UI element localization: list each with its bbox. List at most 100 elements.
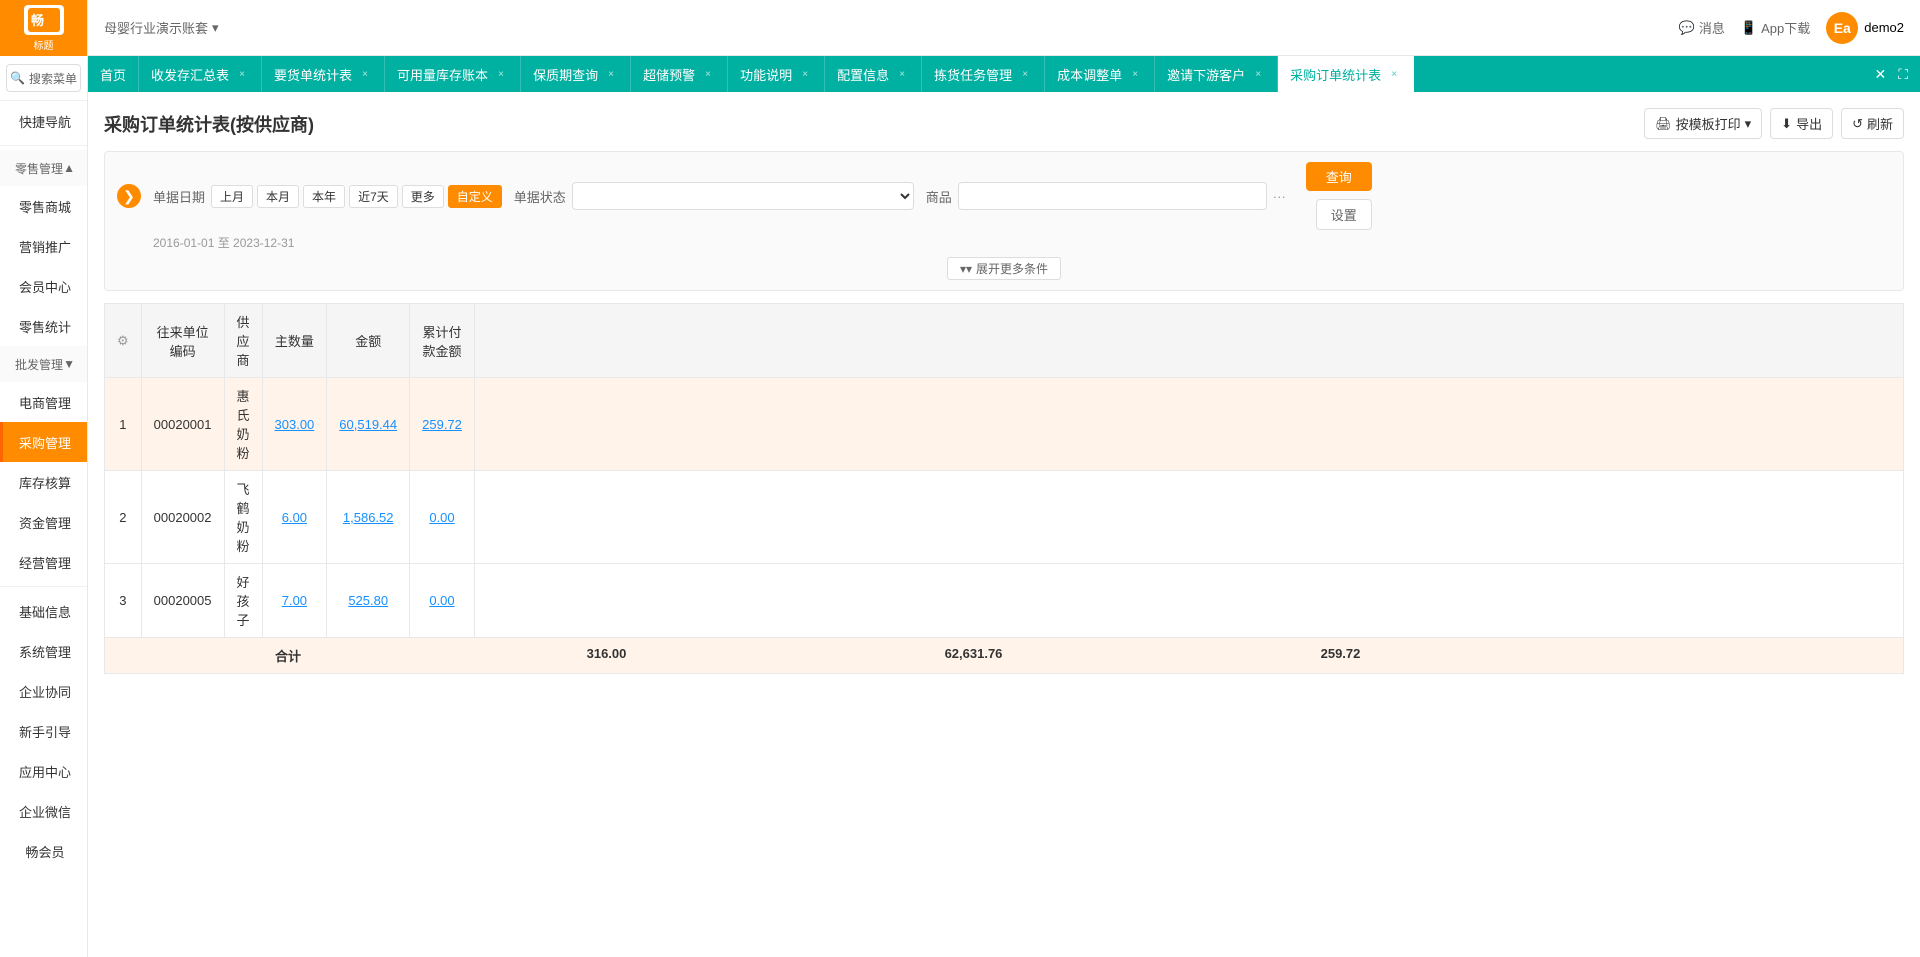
messages-button[interactable]: 💬 消息 (1679, 18, 1725, 37)
td-qty-1[interactable]: 303.00 (262, 378, 327, 471)
footer-label: 合计 (153, 646, 423, 665)
nav-tabs: 首页 收发存汇总表 × 要货单统计表 × 可用量库存账本 × 保质期查询 × 超… (88, 56, 1920, 92)
sidebar-item-operations[interactable]: 经营管理 (0, 542, 87, 582)
user-menu[interactable]: Ea demo2 (1826, 12, 1904, 44)
filter-goods-input[interactable] (958, 182, 1267, 210)
td-amount-1[interactable]: 60,519.44 (327, 378, 410, 471)
filter-toggle-button[interactable]: ❯ (117, 184, 141, 208)
sidebar-item-finance[interactable]: 资金管理 (0, 502, 87, 542)
query-button[interactable]: 查询 (1306, 162, 1372, 191)
tab-overstock[interactable]: 超储预警 × (631, 56, 728, 92)
sidebar-item-retail[interactable]: 零售管理 ▲ (0, 150, 87, 186)
chevron-down-icon: ▲ (63, 161, 75, 175)
message-icon: 💬 (1679, 20, 1695, 36)
tab-expiry-query[interactable]: 保质期查询 × (521, 56, 631, 92)
sidebar-item-members[interactable]: 会员中心 (0, 266, 87, 306)
tab-expiry-query-close[interactable]: × (604, 67, 618, 81)
sidebar-item-ecommerce[interactable]: 电商管理 (0, 382, 87, 422)
page-header: 采购订单统计表(按供应商) 🖨 按模板打印 ▾ ⬇ 导出 ↺ 刷新 (104, 108, 1904, 139)
sidebar-item-enterprise[interactable]: 企业协同 (0, 671, 87, 711)
date-btn-more[interactable]: 更多 (402, 185, 444, 208)
sidebar-item-quick-nav[interactable]: 快捷导航 (0, 101, 87, 141)
date-btn-7days[interactable]: 近7天 (349, 185, 398, 208)
tab-pick-task-close[interactable]: × (1018, 67, 1032, 81)
sidebar-item-wholesale[interactable]: 批发管理 ▼ (0, 346, 87, 382)
expand-label: 展开更多条件 (976, 260, 1048, 277)
tab-config-info[interactable]: 配置信息 × (825, 56, 922, 92)
tab-overstock-label: 超储预警 (643, 65, 695, 84)
expand-more-button[interactable]: ▾▾ 展开更多条件 (947, 257, 1061, 280)
search-menu-label: 搜索菜单 (29, 70, 77, 87)
td-qty-2[interactable]: 6.00 (262, 471, 327, 564)
settings-button[interactable]: 设置 (1316, 199, 1372, 230)
tabs-expand-button[interactable]: ⛶ (1894, 62, 1912, 87)
td-amount-3[interactable]: 525.80 (327, 564, 410, 638)
th-code: 往来单位编码 (141, 304, 224, 378)
sidebar-item-system[interactable]: 系统管理 (0, 631, 87, 671)
tab-collect-pay[interactable]: 收发存汇总表 × (139, 56, 262, 92)
tab-available-stock[interactable]: 可用量库存账本 × (385, 56, 521, 92)
phone-icon: 📱 (1741, 20, 1757, 36)
td-paid-3[interactable]: 0.00 (410, 564, 475, 638)
app-download-label: App下载 (1761, 18, 1810, 37)
main-area: 母婴行业演示账套 ▾ 💬 消息 📱 App下载 Ea demo2 首页 收发存汇… (88, 0, 1920, 957)
tab-invite-downstream-close[interactable]: × (1251, 67, 1265, 81)
tabs-close-button[interactable]: ✕ (1870, 62, 1890, 87)
tab-available-stock-close[interactable]: × (494, 67, 508, 81)
tab-goods-stat[interactable]: 要货单统计表 × (262, 56, 385, 92)
sidebar-item-inventory[interactable]: 库存核算 (0, 462, 87, 502)
refresh-button[interactable]: ↺ 刷新 (1841, 108, 1904, 139)
avatar: Ea (1826, 12, 1858, 44)
filter-status-label: 单据状态 (514, 187, 566, 206)
tab-purchase-order-stat[interactable]: 采购订单统计表 × (1278, 56, 1414, 92)
nav-tabs-controls: ✕ ⛶ (1870, 62, 1920, 87)
column-settings-icon[interactable]: ⚙ (117, 333, 129, 348)
sidebar-item-retail-stat[interactable]: 零售统计 (0, 306, 87, 346)
filter-status-select[interactable] (572, 182, 914, 210)
date-btn-last-month[interactable]: 上月 (211, 185, 253, 208)
tab-purchase-order-stat-close[interactable]: × (1387, 67, 1401, 81)
td-no-2: 2 (105, 471, 142, 564)
sidebar-item-purchase[interactable]: 采购管理 (0, 422, 87, 462)
tab-expiry-query-label: 保质期查询 (533, 65, 598, 84)
td-code-3: 00020005 (141, 564, 224, 638)
tab-config-info-close[interactable]: × (895, 67, 909, 81)
goods-more-icon[interactable]: ··· (1273, 189, 1286, 204)
sidebar-item-vip[interactable]: 畅会员 (0, 831, 87, 871)
filter-date-range: 2016-01-01 至 2023-12-31 (153, 234, 1891, 251)
tab-goods-stat-close[interactable]: × (358, 67, 372, 81)
date-btn-this-year[interactable]: 本年 (303, 185, 345, 208)
td-paid-2[interactable]: 0.00 (410, 471, 475, 564)
date-btn-custom[interactable]: 自定义 (448, 185, 502, 208)
tab-overstock-close[interactable]: × (701, 67, 715, 81)
tab-invite-downstream[interactable]: 邀请下游客户 × (1155, 56, 1278, 92)
sidebar-search-area: 🔍 搜索菜单 (0, 56, 87, 101)
td-qty-3[interactable]: 7.00 (262, 564, 327, 638)
sidebar-item-app-center[interactable]: 应用中心 (0, 751, 87, 791)
th-extra (474, 304, 1903, 378)
topbar: 母婴行业演示账套 ▾ 💬 消息 📱 App下载 Ea demo2 (88, 0, 1920, 56)
export-label: 导出 (1796, 114, 1822, 133)
tab-function-desc-close[interactable]: × (798, 67, 812, 81)
logo: 畅 标题 (0, 0, 87, 56)
filter-bar: ❯ 单据日期 上月 本月 本年 近7天 更多 自定义 单据状态 (104, 151, 1904, 291)
sidebar-item-basic-info[interactable]: 基础信息 (0, 591, 87, 631)
tab-cost-adjust[interactable]: 成本调整单 × (1045, 56, 1155, 92)
print-icon: 🖨 (1655, 116, 1672, 132)
date-btn-this-month[interactable]: 本月 (257, 185, 299, 208)
print-button[interactable]: 🖨 按模板打印 ▾ (1644, 108, 1762, 139)
tab-home[interactable]: 首页 (88, 56, 139, 92)
sidebar-item-marketing[interactable]: 营销推广 (0, 226, 87, 266)
search-menu-button[interactable]: 🔍 搜索菜单 (6, 64, 81, 92)
sidebar-item-enterprise-wechat[interactable]: 企业微信 (0, 791, 87, 831)
tab-function-desc[interactable]: 功能说明 × (728, 56, 825, 92)
tab-collect-pay-close[interactable]: × (235, 67, 249, 81)
sidebar-item-new-guide[interactable]: 新手引导 (0, 711, 87, 751)
tab-pick-task[interactable]: 拣货任务管理 × (922, 56, 1045, 92)
tab-cost-adjust-close[interactable]: × (1128, 67, 1142, 81)
td-amount-2[interactable]: 1,586.52 (327, 471, 410, 564)
app-download-button[interactable]: 📱 App下载 (1741, 18, 1810, 37)
td-paid-1[interactable]: 259.72 (410, 378, 475, 471)
export-button[interactable]: ⬇ 导出 (1770, 108, 1833, 139)
sidebar-item-retail-shop[interactable]: 零售商城 (0, 186, 87, 226)
